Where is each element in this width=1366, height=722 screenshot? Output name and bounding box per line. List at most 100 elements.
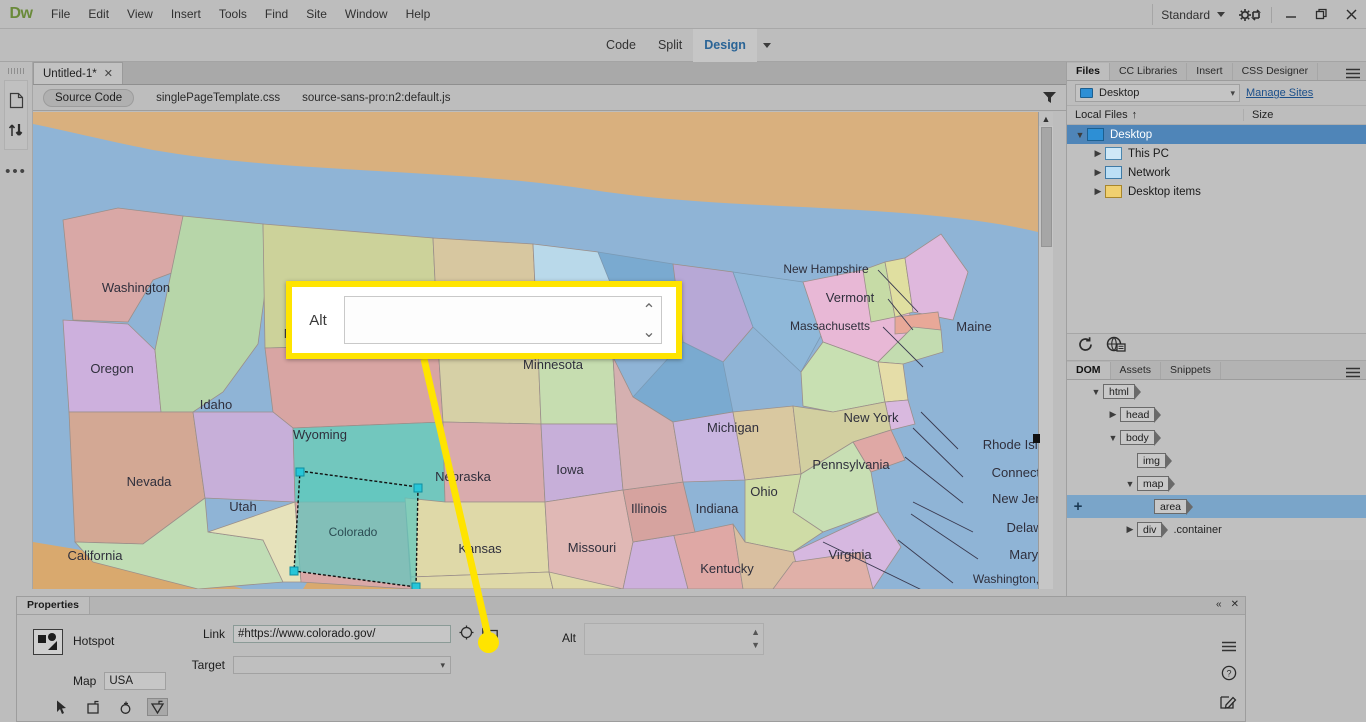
chevron-down-icon[interactable]: ▼ <box>1106 433 1120 443</box>
chevron-right-icon[interactable]: ▶ <box>1091 167 1105 178</box>
files-tree-row[interactable]: ▶ This PC <box>1067 144 1366 163</box>
sort-arrows-icon[interactable] <box>5 115 27 145</box>
tab-assets[interactable]: Assets <box>1111 362 1162 379</box>
workspace-switcher[interactable]: Standard <box>1152 4 1233 25</box>
files-tree-row[interactable]: ▶ Network <box>1067 163 1366 182</box>
files-tree-row[interactable]: ▼ Desktop <box>1067 125 1366 144</box>
chevron-down-icon[interactable]: ▼ <box>1123 479 1137 489</box>
column-size[interactable]: Size <box>1243 109 1366 121</box>
tab-snippets[interactable]: Snippets <box>1161 362 1221 379</box>
tab-css-designer[interactable]: CSS Designer <box>1233 63 1319 80</box>
hotspot-handle-br[interactable] <box>411 582 421 589</box>
callout-alt-spinner[interactable]: ⌃ ⌄ <box>639 299 659 343</box>
dom-tag-div[interactable]: div <box>1137 522 1169 538</box>
map-name-input[interactable]: USA <box>104 672 167 690</box>
related-file-css[interactable]: singlePageTemplate.css <box>156 92 280 104</box>
callout-alt-input[interactable]: ⌃ ⌄ <box>344 296 662 344</box>
menu-find[interactable]: Find <box>256 0 297 29</box>
dom-tag-head[interactable]: head <box>1120 407 1162 423</box>
collapse-icon[interactable]: « <box>1216 599 1222 610</box>
panel-menu-icon[interactable] <box>1346 66 1360 84</box>
more-options-icon[interactable]: ••• <box>0 156 32 186</box>
related-file-js[interactable]: source-sans-pro:n2:default.js <box>302 92 450 104</box>
restore-button[interactable] <box>1306 0 1336 29</box>
chevron-right-icon[interactable]: ▶ <box>1106 409 1120 420</box>
spinner-up-icon[interactable]: ⌃ <box>642 300 655 320</box>
dom-tree[interactable]: ▼ html ▶ head ▼ body img ▼ map + area ▶ div .containe… <box>1067 380 1366 560</box>
source-code-button[interactable]: Source Code <box>43 88 135 107</box>
menu-insert[interactable]: Insert <box>162 0 210 29</box>
edit-icon[interactable] <box>1220 694 1237 715</box>
dom-tree-row[interactable]: ▶ head <box>1067 403 1366 426</box>
dom-tree-row[interactable]: ▶ div .container <box>1067 518 1366 541</box>
dom-tree-row[interactable]: + area <box>1067 495 1366 518</box>
rect-hotspot-tool[interactable] <box>83 698 104 716</box>
circle-hotspot-tool[interactable] <box>115 698 136 716</box>
dom-tag-map[interactable]: map <box>1137 476 1176 492</box>
live-view-icon[interactable] <box>1106 336 1126 358</box>
spinner-down-icon[interactable]: ▼ <box>751 640 760 650</box>
dom-tag-area[interactable]: area <box>1154 499 1194 515</box>
panel-menu-icon[interactable] <box>1346 365 1360 383</box>
dom-tag-img[interactable]: img <box>1137 453 1172 469</box>
link-input[interactable]: #https://www.colorado.gov/ <box>233 625 451 643</box>
close-button[interactable] <box>1336 0 1366 29</box>
manage-sites-link[interactable]: Manage Sites <box>1246 87 1313 99</box>
preferences-sync-icon[interactable] <box>1233 0 1267 29</box>
tab-design-view[interactable]: Design <box>693 28 757 62</box>
dom-tag-body[interactable]: body <box>1120 430 1161 446</box>
close-icon[interactable]: ✕ <box>1231 599 1239 610</box>
hotspot-handle-tr[interactable] <box>413 483 423 493</box>
dom-tree-row[interactable]: ▼ map <box>1067 472 1366 495</box>
tab-insert[interactable]: Insert <box>1187 63 1233 80</box>
dom-tree-row[interactable]: ▼ body <box>1067 426 1366 449</box>
close-icon[interactable]: ✕ <box>104 67 113 80</box>
alt-input[interactable]: ▲ ▼ <box>584 623 764 655</box>
spinner-down-icon[interactable]: ⌄ <box>642 322 655 342</box>
menu-edit[interactable]: Edit <box>79 0 118 29</box>
panel-menu-icon[interactable] <box>1221 639 1236 657</box>
scrollbar-thumb[interactable] <box>1041 127 1052 247</box>
hotspot-handle-tl[interactable] <box>295 467 305 477</box>
pointer-tool[interactable] <box>51 698 72 716</box>
menu-site[interactable]: Site <box>297 0 336 29</box>
canvas-vertical-scrollbar[interactable]: ▲ <box>1038 112 1053 589</box>
files-tree[interactable]: ▼ Desktop ▶ This PC ▶ Network ▶ Desktop items <box>1067 125 1366 333</box>
tab-dom[interactable]: DOM <box>1067 362 1111 379</box>
scroll-up-icon[interactable]: ▲ <box>1039 112 1053 126</box>
dom-tag-html[interactable]: html <box>1103 384 1141 400</box>
chevron-right-icon[interactable]: ▶ <box>1091 148 1105 159</box>
column-local-files[interactable]: Local Files ↑ <box>1067 109 1243 121</box>
target-select[interactable]: ▾ <box>233 656 451 674</box>
tab-split-view[interactable]: Split <box>647 29 693 62</box>
menu-window[interactable]: Window <box>336 0 397 29</box>
help-icon[interactable]: ? <box>1221 665 1237 686</box>
menu-help[interactable]: Help <box>397 0 440 29</box>
chevron-right-icon[interactable]: ▶ <box>1091 186 1105 197</box>
document-tab-untitled-1[interactable]: Untitled-1* ✕ <box>33 62 123 84</box>
hotspot-handle-bl[interactable] <box>289 566 299 576</box>
alt-spinner[interactable]: ▲ ▼ <box>751 627 760 650</box>
tab-files[interactable]: Files <box>1067 63 1110 80</box>
document-icon[interactable] <box>5 85 27 115</box>
polygon-hotspot-tool[interactable] <box>147 698 168 716</box>
tab-cc-libraries[interactable]: CC Libraries <box>1110 63 1188 80</box>
menu-tools[interactable]: Tools <box>210 0 256 29</box>
dom-tree-row[interactable]: img <box>1067 449 1366 472</box>
dom-tree-row[interactable]: ▼ html <box>1067 380 1366 403</box>
chevron-down-icon[interactable] <box>762 42 771 48</box>
tab-code-view[interactable]: Code <box>595 29 647 62</box>
filter-icon[interactable] <box>1042 90 1057 109</box>
spinner-up-icon[interactable]: ▲ <box>751 627 760 637</box>
refresh-icon[interactable] <box>1077 336 1094 358</box>
minimize-button[interactable] <box>1276 0 1306 29</box>
point-to-file-icon[interactable] <box>459 625 474 643</box>
menu-view[interactable]: View <box>118 0 162 29</box>
site-dropdown[interactable]: Desktop ▾ <box>1075 84 1240 102</box>
chevron-down-icon[interactable]: ▼ <box>1089 387 1103 397</box>
chevron-down-icon[interactable]: ▼ <box>1073 130 1087 140</box>
files-tree-row[interactable]: ▶ Desktop items <box>1067 182 1366 201</box>
add-element-icon[interactable]: + <box>1067 498 1089 515</box>
toolbar-grip[interactable] <box>7 68 25 74</box>
menu-file[interactable]: File <box>42 0 79 29</box>
